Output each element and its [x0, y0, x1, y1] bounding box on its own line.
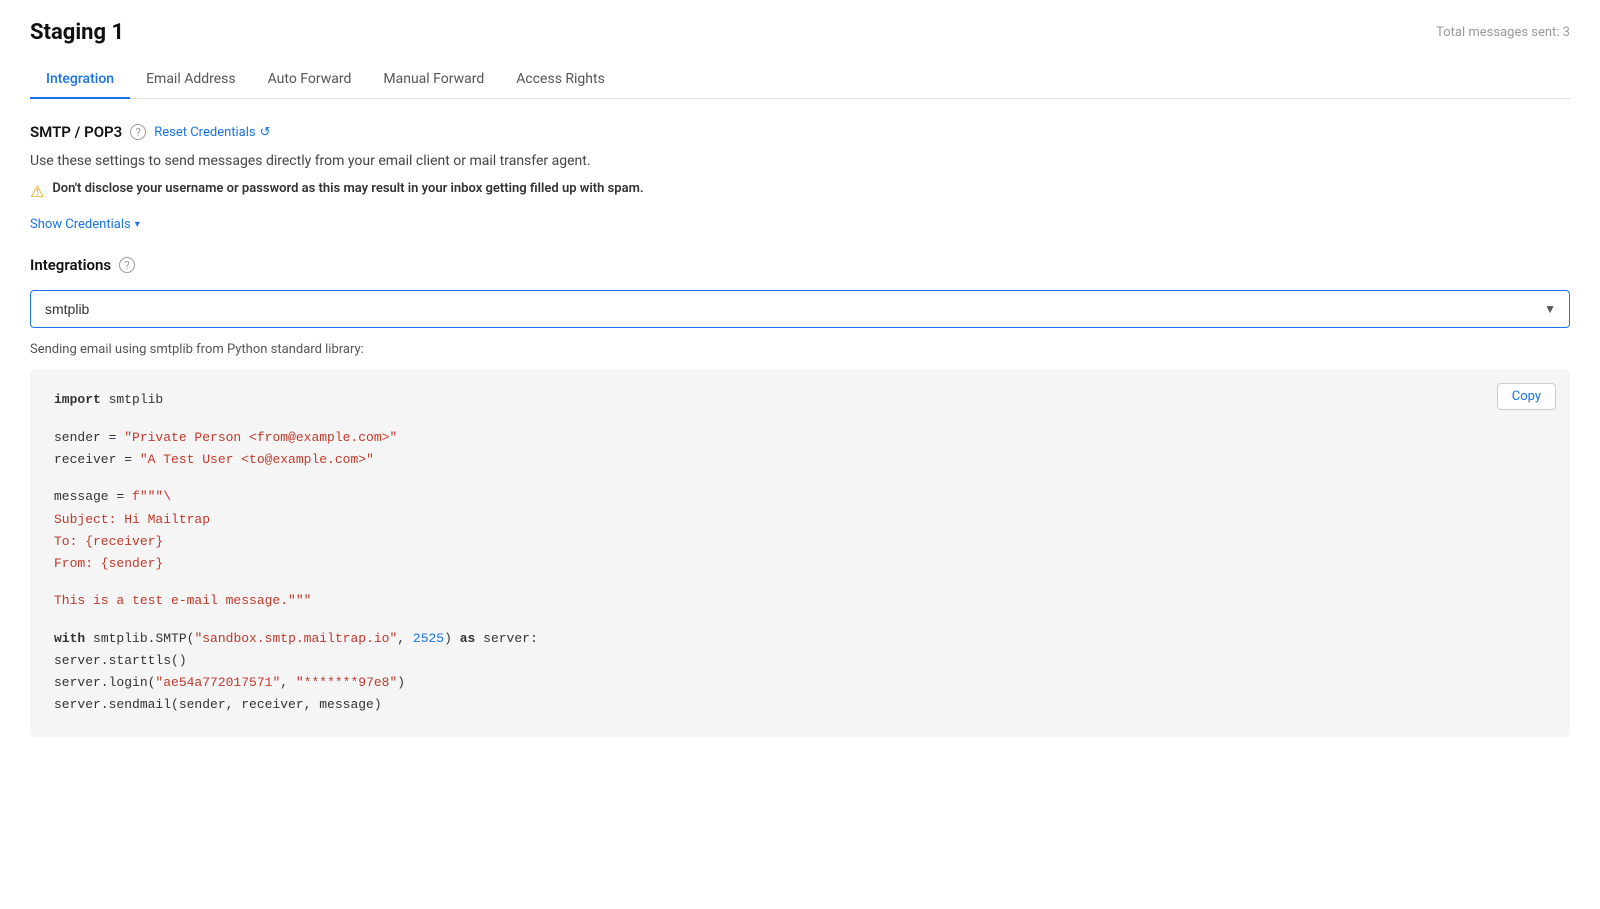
warning-box: ⚠ Don't disclose your username or passwo… — [30, 181, 1570, 201]
code-line-starttls: server.starttls() — [54, 650, 1546, 672]
tab-bar: Integration Email Address Auto Forward M… — [30, 61, 1570, 99]
code-line-receiver: receiver = "A Test User <to@example.com>… — [54, 449, 1546, 471]
code-blank-2 — [54, 471, 1546, 487]
code-line-sendmail: server.sendmail(sender, receiver, messag… — [54, 694, 1546, 716]
reset-credentials-link[interactable]: Reset Credentials ↺ — [154, 125, 270, 140]
warning-text: Don't disclose your username or password… — [52, 181, 643, 196]
total-messages: Total messages sent: 3 — [1436, 25, 1570, 40]
code-line-from: From: {sender} — [54, 553, 1546, 575]
code-line-to: To: {receiver} — [54, 531, 1546, 553]
code-blank-4 — [54, 613, 1546, 629]
chevron-down-icon: ▾ — [135, 219, 140, 230]
copy-button[interactable]: Copy — [1497, 383, 1556, 410]
code-line-sender: sender = "Private Person <from@example.c… — [54, 427, 1546, 449]
integrations-header: Integrations ? — [30, 256, 1570, 274]
integration-select[interactable]: smtplib nodemailer PHPMailer Rails Actio… — [30, 290, 1570, 328]
warning-icon: ⚠ — [30, 182, 44, 201]
smtp-section-header: SMTP / POP3 ? Reset Credentials ↺ — [30, 123, 1570, 141]
tab-email-address[interactable]: Email Address — [130, 61, 252, 99]
smtp-help-icon[interactable]: ? — [130, 124, 146, 140]
sending-description: Sending email using smtplib from Python … — [30, 342, 1570, 357]
code-line-body: This is a test e-mail message.""" — [54, 590, 1546, 612]
code-line-subject: Subject: Hi Mailtrap — [54, 509, 1546, 531]
tab-manual-forward[interactable]: Manual Forward — [367, 61, 500, 99]
code-line-import: import smtplib — [54, 389, 1546, 411]
code-line-login: server.login("ae54a772017571", "*******9… — [54, 672, 1546, 694]
code-line-with: with smtplib.SMTP("sandbox.smtp.mailtrap… — [54, 628, 1546, 650]
code-block: Copy import smtplib sender = "Private Pe… — [30, 369, 1570, 737]
code-line-message-assign: message = f"""\ — [54, 486, 1546, 508]
code-blank-3 — [54, 575, 1546, 591]
smtp-title: SMTP / POP3 — [30, 123, 122, 141]
integration-select-wrapper: smtplib nodemailer PHPMailer Rails Actio… — [30, 290, 1570, 328]
reset-icon: ↺ — [260, 125, 271, 140]
smtp-description: Use these settings to send messages dire… — [30, 153, 1570, 169]
show-credentials-toggle[interactable]: Show Credentials ▾ — [30, 217, 1570, 232]
integrations-title: Integrations — [30, 256, 111, 274]
code-blank-1 — [54, 411, 1546, 427]
tab-integration[interactable]: Integration — [30, 61, 130, 99]
integrations-help-icon[interactable]: ? — [119, 257, 135, 273]
page-title: Staging 1 — [30, 20, 124, 45]
tab-auto-forward[interactable]: Auto Forward — [252, 61, 368, 99]
tab-access-rights[interactable]: Access Rights — [500, 61, 621, 99]
